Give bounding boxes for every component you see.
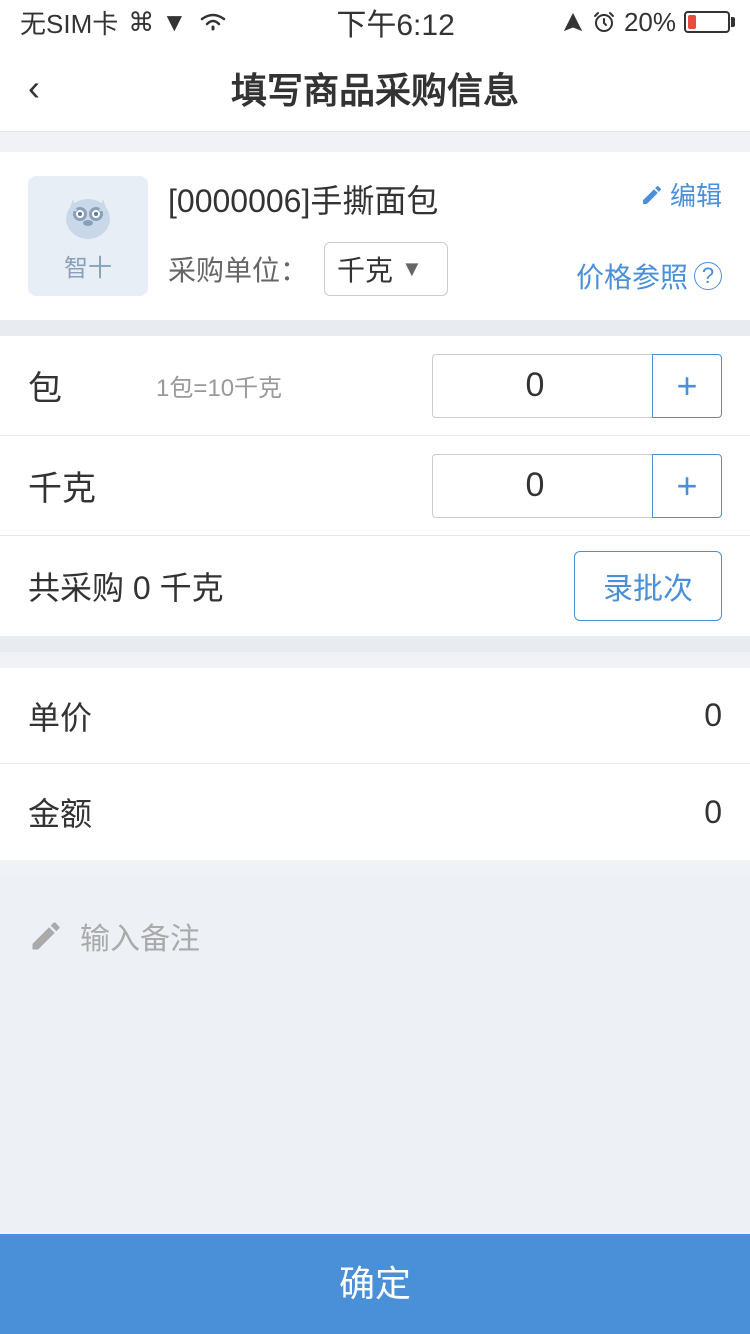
price-ref-button[interactable]: 价格参照 ? [576,256,722,296]
unit-price-row: 单价 0 [0,668,750,764]
product-logo-text: 智十 [64,248,112,283]
remark-section[interactable]: 输入备注 [0,876,750,996]
wifi-signal-icon [197,11,229,33]
back-button[interactable]: ‹ [28,67,40,109]
unit-price-value: 0 [704,697,722,734]
section-divider-2 [0,636,750,652]
kg-plus-button[interactable]: + [652,454,722,518]
summary-row: 共采购 0 千克 录批次 [0,536,750,636]
amount-value: 0 [704,794,722,831]
price-section: 单价 0 金额 0 [0,668,750,860]
total-purchase-text: 共采购 0 千克 [28,563,224,609]
pack-plus-button[interactable]: + [652,354,722,418]
product-logo: 智十 [28,176,148,296]
edit-button[interactable]: 编辑 [640,176,722,213]
kg-quantity-input[interactable] [432,454,652,518]
edit-label: 编辑 [670,176,722,213]
pack-sub-label: 1包=10千克 [156,368,282,403]
product-logo-icon [58,189,118,244]
location-icon [562,11,584,33]
kg-label: 千克 [28,461,148,510]
pack-input-right: + [432,354,722,418]
kg-input-row: 千克 + [0,436,750,536]
header: ‹ 填写商品采购信息 [0,44,750,132]
page-title: 填写商品采购信息 [231,62,519,114]
status-bar: 无SIM卡 ⌘ ▼ 下午6:12 20% [0,0,750,44]
pack-label: 包 [28,361,148,410]
remark-placeholder: 输入备注 [80,914,200,958]
price-ref-label: 价格参照 [576,256,688,296]
wifi-icon: ⌘ ▼ [128,7,187,38]
status-time: 下午6:12 [336,0,454,44]
batch-button[interactable]: 录批次 [574,551,722,621]
kg-input-right: + [432,454,722,518]
status-left: 无SIM卡 ⌘ ▼ [20,4,229,41]
amount-row: 金额 0 [0,764,750,860]
section-divider-1 [0,320,750,336]
edit-icon [640,183,664,207]
unit-select[interactable]: 千克 ▼ [324,242,448,296]
status-right: 20% [562,7,730,38]
amount-label: 金额 [28,789,92,835]
battery-percent: 20% [624,7,676,38]
unit-price-label: 单价 [28,693,92,739]
product-unit-label: 采购单位： [168,249,308,289]
unit-value: 千克 [337,249,393,289]
pack-quantity-input[interactable] [432,354,652,418]
confirm-button[interactable]: 确定 [0,1234,750,1334]
input-section: 包 1包=10千克 + 千克 + [0,336,750,536]
help-icon: ? [694,262,722,290]
battery-fill [688,15,696,29]
dropdown-arrow-icon: ▼ [401,256,423,282]
pack-input-row: 包 1包=10千克 + [0,336,750,436]
carrier-text: 无SIM卡 [20,4,118,41]
alarm-icon [592,10,616,34]
product-name: [0000006]手撕面包 [168,176,722,222]
battery-icon [684,11,730,33]
pencil-icon [28,918,64,954]
product-card: 智十 [0000006]手撕面包 采购单位： 千克 ▼ 编辑 价格参照 ? [0,152,750,320]
